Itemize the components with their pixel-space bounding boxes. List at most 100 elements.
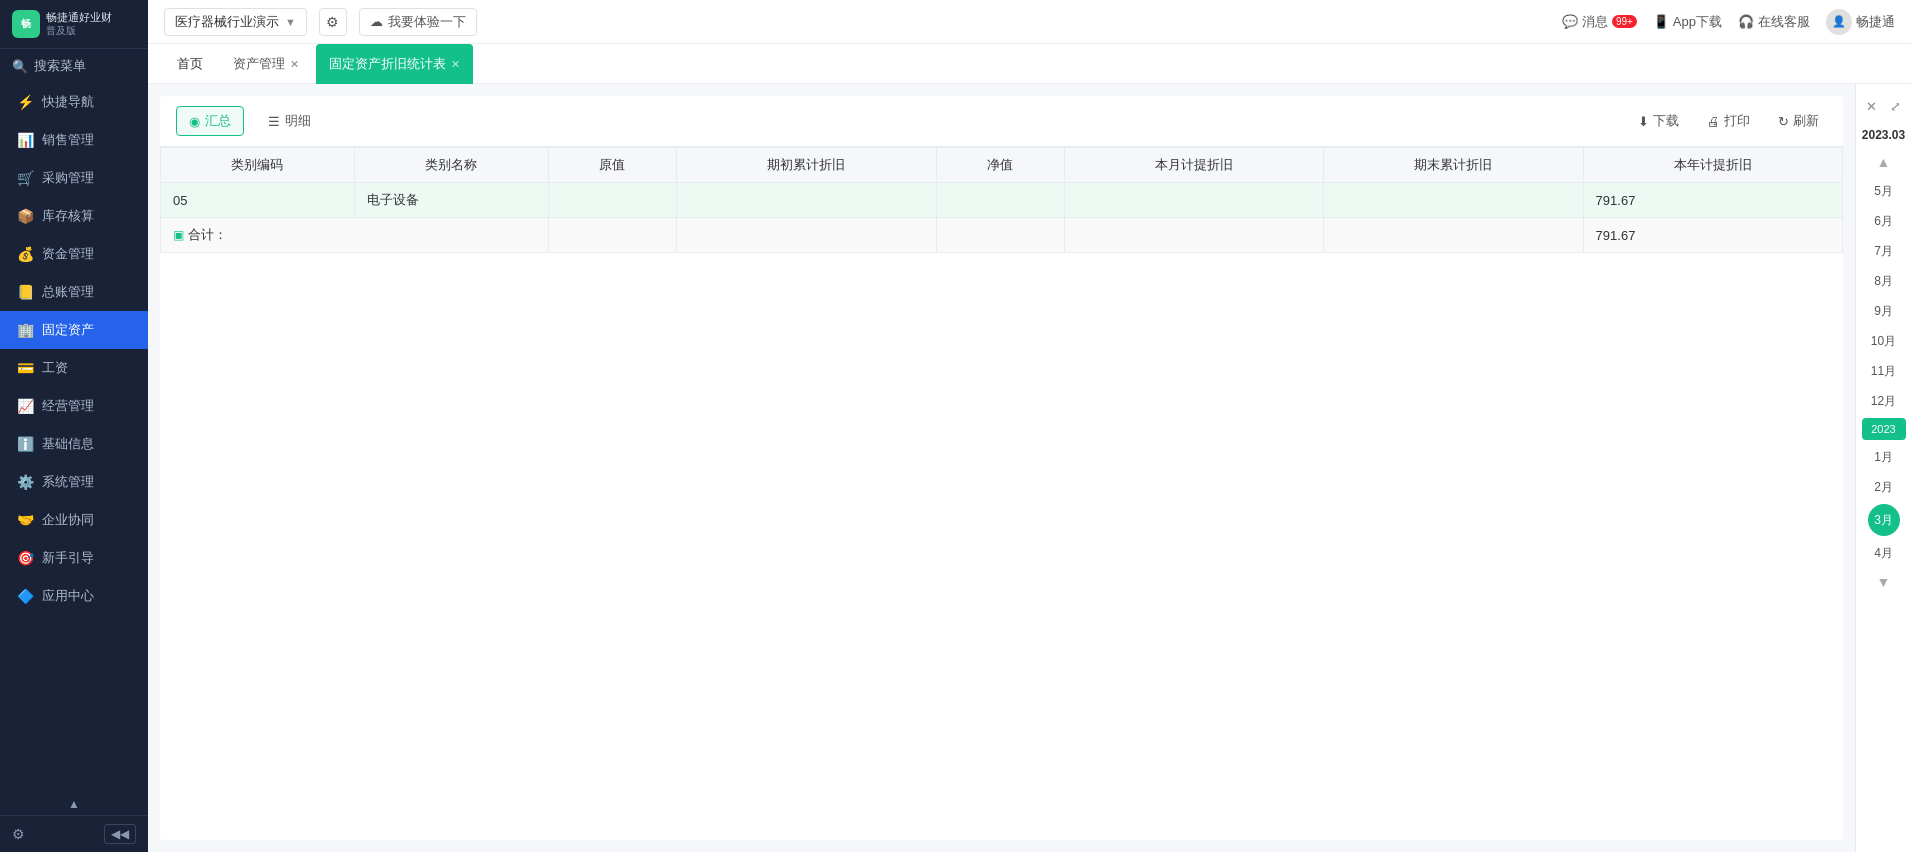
detail-icon: ☰ bbox=[268, 114, 280, 129]
row-monthly-dep bbox=[1064, 183, 1323, 218]
sidebar-collapse-button[interactable]: ◀◀ bbox=[104, 824, 136, 844]
apps-icon: 🔷 bbox=[16, 588, 34, 604]
nav-menu: ⚡ 快捷导航 📊 销售管理 🛒 采购管理 📦 库存核算 💰 资金管理 📒 总账管… bbox=[0, 83, 148, 793]
enterprise-icon: 🤝 bbox=[16, 512, 34, 528]
view-tab-summary[interactable]: ◉ 汇总 bbox=[176, 106, 244, 136]
month-2[interactable]: 2月 bbox=[1862, 474, 1906, 500]
app-logo: 畅 畅捷通好业财 普及版 bbox=[0, 0, 148, 49]
sidebar-item-label: 快捷导航 bbox=[42, 93, 94, 111]
table-row: 05 电子设备 791.67 bbox=[161, 183, 1843, 218]
tabs-bar: 首页 资产管理 ✕ 固定资产折旧统计表 ✕ bbox=[148, 44, 1911, 84]
funds-icon: 💰 bbox=[16, 246, 34, 262]
quick-nav-icon: ⚡ bbox=[16, 94, 34, 110]
month-3-current[interactable]: 3月 bbox=[1868, 504, 1900, 536]
system-icon: ⚙️ bbox=[16, 474, 34, 490]
scroll-up-arrow[interactable]: ▲ bbox=[1873, 150, 1895, 174]
download-label: App下载 bbox=[1673, 13, 1722, 31]
purchase-icon: 🛒 bbox=[16, 170, 34, 186]
user-menu[interactable]: 👤 畅捷通 bbox=[1826, 9, 1895, 35]
refresh-button[interactable]: ↻ 刷新 bbox=[1770, 108, 1827, 134]
guide-icon: 🎯 bbox=[16, 550, 34, 566]
header-settings-button[interactable]: ⚙ bbox=[319, 8, 347, 36]
total-end-accum bbox=[1324, 218, 1583, 253]
sidebar-item-quick-nav[interactable]: ⚡ 快捷导航 bbox=[0, 83, 148, 121]
row-code: 05 bbox=[161, 183, 355, 218]
message-button[interactable]: 💬 消息 99+ bbox=[1562, 13, 1637, 31]
col-original: 原值 bbox=[548, 148, 676, 183]
search-menu-label: 搜索菜单 bbox=[34, 57, 86, 75]
panel-close-button[interactable]: ✕ bbox=[1861, 96, 1881, 116]
tab-depreciation-close[interactable]: ✕ bbox=[451, 58, 460, 71]
sidebar-item-guide[interactable]: 🎯 新手引导 bbox=[0, 539, 148, 577]
year-label: 2023.03 bbox=[1856, 124, 1911, 146]
sidebar-item-sales[interactable]: 📊 销售管理 bbox=[0, 121, 148, 159]
trial-icon: ☁ bbox=[370, 14, 383, 29]
sidebar-item-label: 采购管理 bbox=[42, 169, 94, 187]
depreciation-table: 类别编码 类别名称 原值 期初累计折旧 净值 本月计提折旧 期末累计折旧 本年计… bbox=[160, 147, 1843, 253]
row-net bbox=[936, 183, 1064, 218]
inventory-icon: 📦 bbox=[16, 208, 34, 224]
sidebar-item-basic-info[interactable]: ℹ️ 基础信息 bbox=[0, 425, 148, 463]
sidebar-item-funds[interactable]: 💰 资金管理 bbox=[0, 235, 148, 273]
sidebar-item-payroll[interactable]: 💳 工资 bbox=[0, 349, 148, 387]
sidebar-settings-icon[interactable]: ⚙ bbox=[12, 826, 25, 842]
sidebar-item-ledger[interactable]: 📒 总账管理 bbox=[0, 273, 148, 311]
company-selector[interactable]: 医疗器械行业演示 ▼ bbox=[164, 8, 307, 36]
service-icon: 🎧 bbox=[1738, 14, 1754, 29]
col-initial-accum: 期初累计折旧 bbox=[677, 148, 936, 183]
download-button[interactable]: 📱 App下载 bbox=[1653, 13, 1722, 31]
month-10[interactable]: 10月 bbox=[1862, 328, 1906, 354]
tab-home[interactable]: 首页 bbox=[164, 44, 216, 84]
download-report-button[interactable]: ⬇ 下载 bbox=[1630, 108, 1687, 134]
year-badge: 2023 bbox=[1862, 418, 1906, 440]
tab-asset-manage-close[interactable]: ✕ bbox=[290, 58, 299, 71]
col-code: 类别编码 bbox=[161, 148, 355, 183]
total-label: ▣合计： bbox=[161, 218, 549, 253]
month-7[interactable]: 7月 bbox=[1862, 238, 1906, 264]
sidebar-item-label: 资金管理 bbox=[42, 245, 94, 263]
service-button[interactable]: 🎧 在线客服 bbox=[1738, 13, 1810, 31]
month-9[interactable]: 9月 bbox=[1862, 298, 1906, 324]
row-annual-dep: 791.67 bbox=[1583, 183, 1842, 218]
trial-label: 我要体验一下 bbox=[388, 13, 466, 31]
sidebar-item-system[interactable]: ⚙️ 系统管理 bbox=[0, 463, 148, 501]
month-1[interactable]: 1月 bbox=[1862, 444, 1906, 470]
total-initial-accum bbox=[677, 218, 936, 253]
tab-asset-manage[interactable]: 资产管理 ✕ bbox=[220, 44, 312, 84]
tab-home-label: 首页 bbox=[177, 55, 203, 73]
sidebar-item-operations[interactable]: 📈 经营管理 bbox=[0, 387, 148, 425]
month-6[interactable]: 6月 bbox=[1862, 208, 1906, 234]
print-icon: 🖨 bbox=[1707, 114, 1720, 129]
download-label: 下载 bbox=[1653, 112, 1679, 130]
month-12[interactable]: 12月 bbox=[1862, 388, 1906, 414]
sidebar-item-inventory[interactable]: 📦 库存核算 bbox=[0, 197, 148, 235]
sidebar-item-label: 新手引导 bbox=[42, 549, 94, 567]
trial-button[interactable]: ☁ 我要体验一下 bbox=[359, 8, 477, 36]
message-badge: 99+ bbox=[1612, 15, 1637, 28]
summary-label: 汇总 bbox=[205, 112, 231, 130]
sidebar-item-enterprise[interactable]: 🤝 企业协同 bbox=[0, 501, 148, 539]
month-8[interactable]: 8月 bbox=[1862, 268, 1906, 294]
month-4[interactable]: 4月 bbox=[1862, 540, 1906, 566]
panel-expand-button[interactable]: ⤢ bbox=[1885, 96, 1905, 116]
print-button[interactable]: 🖨 打印 bbox=[1699, 108, 1758, 134]
month-5[interactable]: 5月 bbox=[1862, 178, 1906, 204]
tab-depreciation-report[interactable]: 固定资产折旧统计表 ✕ bbox=[316, 44, 473, 84]
scroll-down-arrow[interactable]: ▼ bbox=[1873, 570, 1895, 594]
sidebar-item-fixed-assets[interactable]: 🏢 固定资产 bbox=[0, 311, 148, 349]
col-name: 类别名称 bbox=[354, 148, 548, 183]
total-annual-dep: 791.67 bbox=[1583, 218, 1842, 253]
header-right: 💬 消息 99+ 📱 App下载 🎧 在线客服 👤 畅捷通 bbox=[1562, 9, 1895, 35]
search-menu[interactable]: 🔍 搜索菜单 bbox=[0, 49, 148, 83]
sidebar: 畅 畅捷通好业财 普及版 🔍 搜索菜单 ⚡ 快捷导航 📊 销售管理 🛒 采购管理… bbox=[0, 0, 148, 852]
sidebar-scroll-down[interactable]: ▲ bbox=[0, 793, 148, 815]
sidebar-item-label: 经营管理 bbox=[42, 397, 94, 415]
col-end-accum: 期末累计折旧 bbox=[1324, 148, 1583, 183]
summary-icon: ◉ bbox=[189, 114, 200, 129]
view-tab-detail[interactable]: ☰ 明细 bbox=[256, 107, 323, 135]
sidebar-item-purchase[interactable]: 🛒 采购管理 bbox=[0, 159, 148, 197]
logo-sub: 普及版 bbox=[46, 24, 112, 38]
top-header: 医疗器械行业演示 ▼ ⚙ ☁ 我要体验一下 💬 消息 99+ 📱 App下载 🎧… bbox=[148, 0, 1911, 44]
month-11[interactable]: 11月 bbox=[1862, 358, 1906, 384]
sidebar-item-apps[interactable]: 🔷 应用中心 bbox=[0, 577, 148, 615]
